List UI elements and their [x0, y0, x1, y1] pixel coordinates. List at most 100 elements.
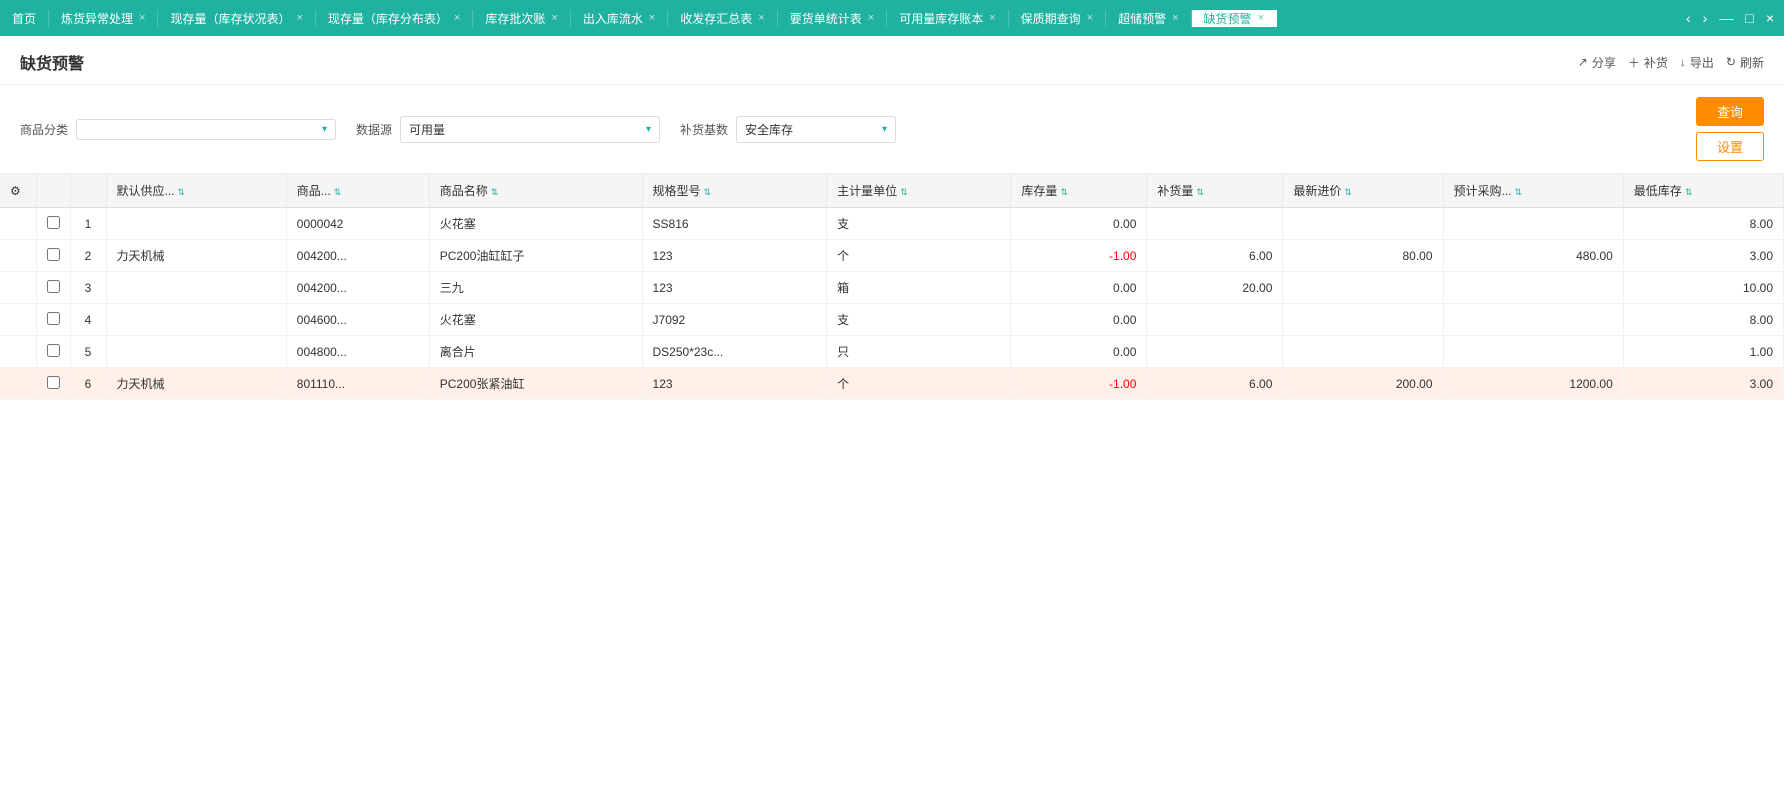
tab-stock-dist[interactable]: 现存量（库存分布表） × — [316, 10, 473, 27]
row-supplier — [106, 336, 286, 368]
tab-prev-btn[interactable]: ‹ — [1680, 6, 1697, 30]
row-product-name: 离合片 — [429, 336, 642, 368]
tab-overstock[interactable]: 超储预警 × — [1106, 10, 1191, 27]
row-latest-price — [1283, 336, 1443, 368]
share-button[interactable]: ↗ 分享 — [1578, 54, 1616, 71]
col-header-replenish[interactable]: 补货量⇅ — [1147, 174, 1283, 208]
replenish-base-label: 补货基数 — [680, 121, 728, 138]
tab-receive-summary[interactable]: 收发存汇总表 × — [668, 10, 777, 27]
row-checkbox[interactable] — [47, 344, 60, 357]
datasource-filter-group: 数据源 可用量 ▾ — [356, 116, 660, 143]
tab-close-in-out-flow[interactable]: × — [649, 12, 655, 24]
row-checkbox-cell — [36, 208, 70, 240]
category-select[interactable]: ▾ — [76, 119, 336, 140]
row-stock: 0.00 — [1011, 208, 1147, 240]
tab-label-overstock: 超储预警 — [1118, 10, 1166, 27]
row-checkbox[interactable] — [47, 216, 60, 229]
row-spec: J7092 — [642, 304, 827, 336]
row-supplier — [106, 208, 286, 240]
datasource-select[interactable]: 可用量 ▾ — [400, 116, 660, 143]
tab-close-demand-stats[interactable]: × — [868, 12, 874, 24]
col-header-product_code[interactable]: 商品...⇅ — [286, 174, 429, 208]
tab-label-stock-dist: 现存量（库存分布表） — [328, 10, 448, 27]
tab-available-ledger[interactable]: 可用量库存账本× — [887, 10, 1008, 27]
tab-home[interactable]: 首页 — [0, 10, 49, 27]
replenish-button[interactable]: ＋ 补货 — [1628, 54, 1668, 71]
row-checkbox-cell — [36, 240, 70, 272]
col-header-product_name[interactable]: 商品名称⇅ — [429, 174, 642, 208]
settings-button[interactable]: 设置 — [1696, 132, 1764, 161]
row-checkbox-cell — [36, 304, 70, 336]
col-header-min_stock[interactable]: 最低库存⇅ — [1623, 174, 1783, 208]
row-est-purchase: 480.00 — [1443, 240, 1623, 272]
row-est-purchase — [1443, 272, 1623, 304]
tab-close-batch-account[interactable]: × — [551, 12, 557, 24]
refresh-button[interactable]: ↻ 刷新 — [1726, 54, 1764, 71]
sort-icon-supplier: ⇅ — [178, 187, 186, 197]
row-replenish: 6.00 — [1147, 368, 1283, 400]
window-minimize-btn[interactable]: — — [1713, 6, 1739, 30]
row-seq: 4 — [70, 304, 106, 336]
row-supplier — [106, 304, 286, 336]
row-checkbox[interactable] — [47, 248, 60, 261]
row-checkbox[interactable] — [47, 312, 60, 325]
row-product-code: 004800... — [286, 336, 429, 368]
tab-close-receive-summary[interactable]: × — [758, 12, 764, 24]
tab-expiry-query[interactable]: 保质期查询× — [1009, 10, 1106, 27]
row-min-stock: 1.00 — [1623, 336, 1783, 368]
row-est-purchase — [1443, 336, 1623, 368]
row-replenish — [1147, 304, 1283, 336]
table-row: 4004600...火花塞J7092支0.008.00 — [0, 304, 1784, 336]
sort-icon-replenish: ⇅ — [1196, 187, 1204, 197]
tab-batch-account[interactable]: 库存批次账 × — [473, 10, 570, 27]
tab-in-out-flow[interactable]: 出入库流水× — [571, 10, 668, 27]
row-supplier: 力天机械 — [106, 240, 286, 272]
tab-close-overstock[interactable]: × — [1172, 12, 1178, 24]
query-button[interactable]: 查询 — [1696, 97, 1764, 126]
tab-nav-buttons: ‹ › — □ × — [1680, 6, 1784, 30]
tab-close-abnormal[interactable]: × — [139, 12, 145, 24]
tab-stock-status[interactable]: 现存量（库存状况表）× — [158, 10, 315, 27]
row-product-name: PC200油缸缸子 — [429, 240, 642, 272]
row-settings-cell — [0, 336, 36, 368]
replenish-icon: ＋ — [1628, 54, 1640, 71]
header-actions: ↗ 分享 ＋ 补货 ↓ 导出 ↻ 刷新 — [1578, 54, 1764, 71]
tab-close-available-ledger[interactable]: × — [989, 12, 995, 24]
col-header-seq — [70, 174, 106, 208]
row-spec: 123 — [642, 368, 827, 400]
col-header-unit[interactable]: 主计量单位⇅ — [827, 174, 1011, 208]
col-header-est_purchase[interactable]: 预计采购...⇅ — [1443, 174, 1623, 208]
row-unit: 箱 — [827, 272, 1011, 304]
row-replenish — [1147, 336, 1283, 368]
tab-abnormal[interactable]: 炼货异常处理× — [49, 10, 158, 27]
replenish-base-chevron-icon: ▾ — [882, 124, 887, 135]
tab-label-batch-account: 库存批次账 — [485, 10, 545, 27]
tab-close-stock-dist[interactable]: × — [454, 12, 460, 24]
sort-icon-stock: ⇅ — [1060, 187, 1068, 197]
export-button[interactable]: ↓ 导出 — [1680, 54, 1714, 71]
col-header-spec[interactable]: 规格型号⇅ — [642, 174, 827, 208]
row-seq: 3 — [70, 272, 106, 304]
row-spec: 123 — [642, 240, 827, 272]
row-checkbox[interactable] — [47, 376, 60, 389]
row-settings-cell — [0, 208, 36, 240]
tab-label-shortage: 缺货预警 — [1204, 10, 1252, 27]
tab-next-btn[interactable]: › — [1697, 6, 1714, 30]
tab-close-shortage[interactable]: × — [1258, 12, 1264, 24]
tab-shortage[interactable]: 缺货预警 × — [1192, 10, 1277, 27]
col-header-latest_price[interactable]: 最新进价⇅ — [1283, 174, 1443, 208]
tab-close-expiry-query[interactable]: × — [1087, 12, 1093, 24]
window-close-btn[interactable]: × — [1760, 6, 1780, 30]
row-product-code: 004200... — [286, 240, 429, 272]
col-header-supplier[interactable]: 默认供应...⇅ — [106, 174, 286, 208]
row-replenish: 20.00 — [1147, 272, 1283, 304]
tab-close-stock-status[interactable]: × — [296, 12, 302, 24]
row-checkbox[interactable] — [47, 280, 60, 293]
replenish-base-select[interactable]: 安全库存 ▾ — [736, 116, 896, 143]
window-maximize-btn[interactable]: □ — [1739, 6, 1759, 30]
tab-demand-stats[interactable]: 要货单统计表× — [778, 10, 887, 27]
col-header-stock[interactable]: 库存量⇅ — [1011, 174, 1147, 208]
tab-label-receive-summary: 收发存汇总表 — [680, 10, 752, 27]
row-checkbox-cell — [36, 336, 70, 368]
row-seq: 5 — [70, 336, 106, 368]
